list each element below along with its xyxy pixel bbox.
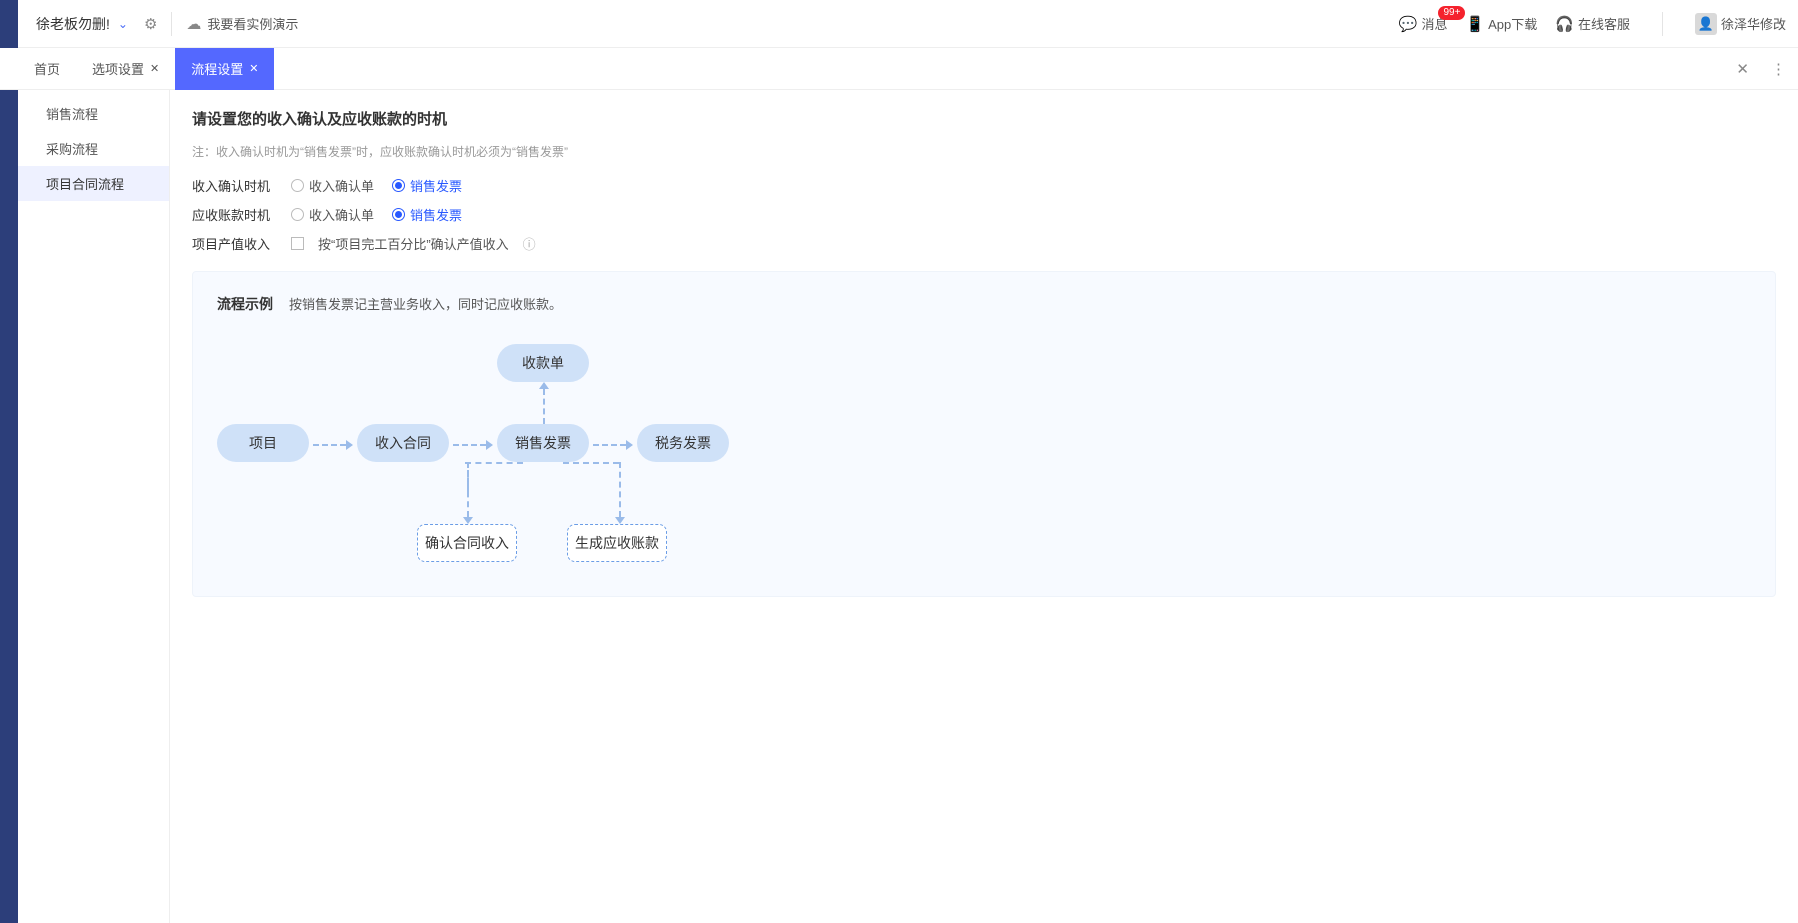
radio-icon (291, 179, 304, 192)
sidemenu-item-purchase[interactable]: 采购流程 (18, 131, 169, 166)
node-receipt: 收款单 (497, 344, 589, 382)
flow-title: 流程示例 (217, 294, 273, 314)
brand-stripe-tall (0, 90, 18, 923)
sidemenu-item-sales[interactable]: 销售流程 (18, 96, 169, 131)
arrow-icon (453, 440, 493, 450)
checkbox-percentage[interactable] (291, 237, 304, 250)
radio-icon (291, 208, 304, 221)
sidemenu-item-project-contract[interactable]: 项目合同流程 (18, 166, 169, 201)
tab-label: 流程设置 (191, 59, 243, 78)
node-income-contract: 收入合同 (357, 424, 449, 462)
arrow-icon (313, 440, 353, 450)
page-title: 请设置您的收入确认及应收账款的时机 (192, 108, 1776, 129)
radio-label: 收入确认单 (309, 176, 374, 195)
row-receivable-timing: 应收账款时机 收入确认单 销售发票 (192, 205, 1776, 224)
demo-link-label: 我要看实例演示 (207, 14, 298, 33)
radio-label: 销售发票 (410, 205, 462, 224)
form-label: 应收账款时机 (192, 205, 277, 224)
flow-diagram: 收款单 项目 收入合同 销售发票 税务发票 确认合同收入 生成应收账款 (217, 344, 757, 574)
messages-button[interactable]: 💬 消息 99+ (1399, 14, 1448, 33)
page-note: 注：收入确认时机为“销售发票”时，应收账款确认时机必须为“销售发票” (192, 143, 1776, 160)
radio-recv-confirm[interactable]: 收入确认单 (291, 205, 374, 224)
node-generate-receivable: 生成应收账款 (567, 524, 667, 562)
brand-stripe (0, 0, 18, 48)
arrow-icon (539, 382, 549, 424)
phone-icon: 📱 (1465, 15, 1484, 33)
arrow-icon (593, 440, 633, 450)
tab-options[interactable]: 选项设置 ✕ (76, 48, 175, 90)
sidemenu-label: 项目合同流程 (46, 177, 124, 192)
demo-link[interactable]: ☁ 我要看实例演示 (186, 14, 298, 33)
radio-income-confirm[interactable]: 收入确认单 (291, 176, 374, 195)
radio-group-income: 收入确认单 销售发票 (291, 176, 462, 195)
form-label: 项目产值收入 (192, 234, 277, 253)
cloud-icon: ☁ (186, 15, 201, 33)
service-button[interactable]: 🎧 在线客服 (1555, 14, 1630, 33)
tabbar: 首页 选项设置 ✕ 流程设置 ✕ ✕ ⋮ (0, 48, 1798, 90)
more-icon[interactable]: ⋮ (1765, 54, 1792, 84)
connector-line (465, 462, 523, 464)
row-output-value: 项目产值收入 按“项目完工百分比”确认产值收入 ⓘ (192, 234, 1776, 253)
radio-income-invoice[interactable]: 销售发票 (392, 176, 462, 195)
flow-desc: 按销售发票记主营业务收入，同时记应收账款。 (289, 294, 562, 313)
message-icon: 💬 (1399, 15, 1418, 33)
checkbox-label: 按“项目完工百分比”确认产值收入 (318, 234, 509, 253)
top-header: 徐老板勿删! ⌄ ⚙ ☁ 我要看实例演示 💬 消息 99+ 📱 App下载 🎧 … (0, 0, 1798, 48)
sidemenu-label: 采购流程 (46, 142, 98, 157)
node-confirm-contract-income: 确认合同收入 (417, 524, 517, 562)
close-all-icon[interactable]: ✕ (1730, 54, 1755, 84)
close-icon[interactable]: ✕ (249, 62, 258, 75)
header-right: 💬 消息 99+ 📱 App下载 🎧 在线客服 👤 徐泽华修改 (1399, 12, 1786, 36)
gear-icon[interactable]: ⚙ (144, 15, 157, 33)
radio-recv-invoice[interactable]: 销售发票 (392, 205, 462, 224)
node-tax-invoice: 税务发票 (637, 424, 729, 462)
radio-label: 销售发票 (410, 176, 462, 195)
node-sales-invoice: 销售发票 (497, 424, 589, 462)
tab-flow-settings[interactable]: 流程设置 ✕ (175, 48, 274, 90)
arrow-icon (615, 462, 625, 524)
divider (171, 12, 172, 36)
radio-label: 收入确认单 (309, 205, 374, 224)
tab-label: 选项设置 (92, 59, 144, 78)
radio-icon (392, 179, 405, 192)
close-icon[interactable]: ✕ (150, 62, 159, 75)
tab-home[interactable]: 首页 (18, 48, 76, 90)
app-download-label: App下载 (1488, 14, 1537, 33)
flow-header: 流程示例 按销售发票记主营业务收入，同时记应收账款。 (217, 294, 1751, 314)
flow-example-box: 流程示例 按销售发票记主营业务收入，同时记应收账款。 收款单 项目 收入合同 销… (192, 271, 1776, 597)
app-download-button[interactable]: 📱 App下载 (1465, 14, 1537, 33)
radio-group-receivable: 收入确认单 销售发票 (291, 205, 462, 224)
connector-line (563, 462, 619, 464)
sidemenu: 销售流程 采购流程 项目合同流程 (18, 90, 170, 923)
user-menu[interactable]: 👤 徐泽华修改 (1695, 13, 1786, 35)
company-selector[interactable]: 徐老板勿删! ⌄ (26, 14, 138, 34)
content: 请设置您的收入确认及应收账款的时机 注：收入确认时机为“销售发票”时，应收账款确… (170, 90, 1798, 923)
messages-badge: 99+ (1438, 6, 1465, 20)
tabbar-right: ✕ ⋮ (1730, 54, 1798, 84)
sidemenu-label: 销售流程 (46, 107, 98, 122)
arrow-icon (463, 462, 473, 524)
company-name: 徐老板勿删! (36, 14, 110, 34)
help-icon[interactable]: ⓘ (523, 234, 536, 253)
chevron-down-icon: ⌄ (118, 17, 128, 31)
main: 销售流程 采购流程 项目合同流程 请设置您的收入确认及应收账款的时机 注：收入确… (0, 90, 1798, 923)
divider (1662, 12, 1663, 36)
radio-icon (392, 208, 405, 221)
tab-label: 首页 (34, 59, 60, 78)
arrow-icon (467, 462, 522, 492)
avatar: 👤 (1695, 13, 1717, 35)
service-label: 在线客服 (1578, 14, 1630, 33)
node-project: 项目 (217, 424, 309, 462)
form-label: 收入确认时机 (192, 176, 277, 195)
row-income-timing: 收入确认时机 收入确认单 销售发票 (192, 176, 1776, 195)
headset-icon: 🎧 (1555, 15, 1574, 33)
username: 徐泽华修改 (1721, 14, 1786, 33)
